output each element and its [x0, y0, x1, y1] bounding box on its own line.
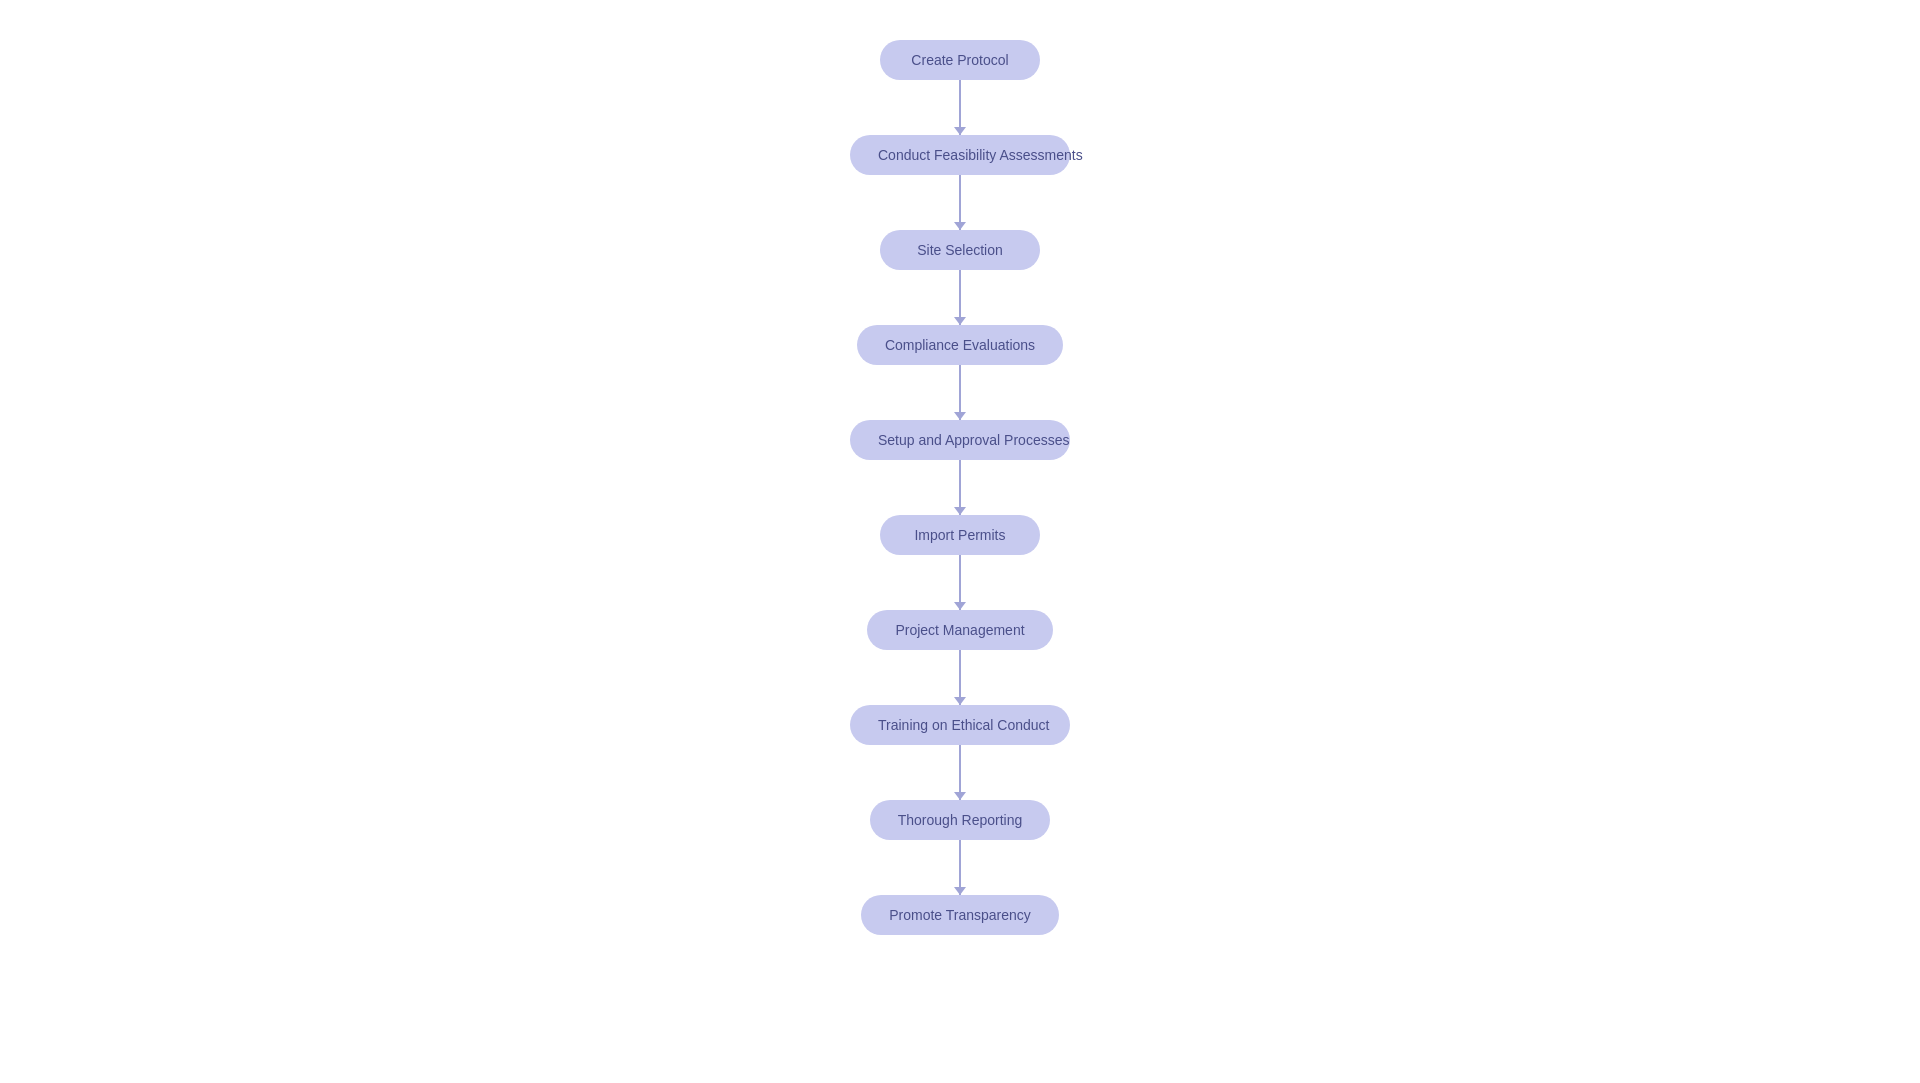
node-compliance-evaluations[interactable]: Compliance Evaluations	[857, 325, 1063, 365]
connector-6	[959, 555, 961, 610]
connector-4	[959, 365, 961, 420]
node-label: Site Selection	[917, 242, 1003, 258]
connector-5	[959, 460, 961, 515]
flowchart: Create Protocol Conduct Feasibility Asse…	[850, 20, 1070, 975]
node-label: Conduct Feasibility Assessments	[878, 147, 1083, 163]
node-import-permits[interactable]: Import Permits	[880, 515, 1040, 555]
node-setup-approval[interactable]: Setup and Approval Processes	[850, 420, 1070, 460]
node-label: Import Permits	[914, 527, 1005, 543]
node-label: Training on Ethical Conduct	[878, 717, 1049, 733]
node-label: Project Management	[895, 622, 1024, 638]
node-conduct-feasibility[interactable]: Conduct Feasibility Assessments	[850, 135, 1070, 175]
node-label: Thorough Reporting	[898, 812, 1023, 828]
node-project-management[interactable]: Project Management	[867, 610, 1052, 650]
connector-2	[959, 175, 961, 230]
connector-1	[959, 80, 961, 135]
node-label: Promote Transparency	[889, 907, 1031, 923]
connector-3	[959, 270, 961, 325]
node-promote-transparency[interactable]: Promote Transparency	[861, 895, 1059, 935]
node-training-ethical[interactable]: Training on Ethical Conduct	[850, 705, 1070, 745]
connector-9	[959, 840, 961, 895]
node-label: Setup and Approval Processes	[878, 432, 1069, 448]
connector-7	[959, 650, 961, 705]
node-label: Compliance Evaluations	[885, 337, 1035, 353]
node-create-protocol[interactable]: Create Protocol	[880, 40, 1040, 80]
node-site-selection[interactable]: Site Selection	[880, 230, 1040, 270]
node-thorough-reporting[interactable]: Thorough Reporting	[870, 800, 1051, 840]
node-label: Create Protocol	[911, 52, 1008, 68]
connector-8	[959, 745, 961, 800]
